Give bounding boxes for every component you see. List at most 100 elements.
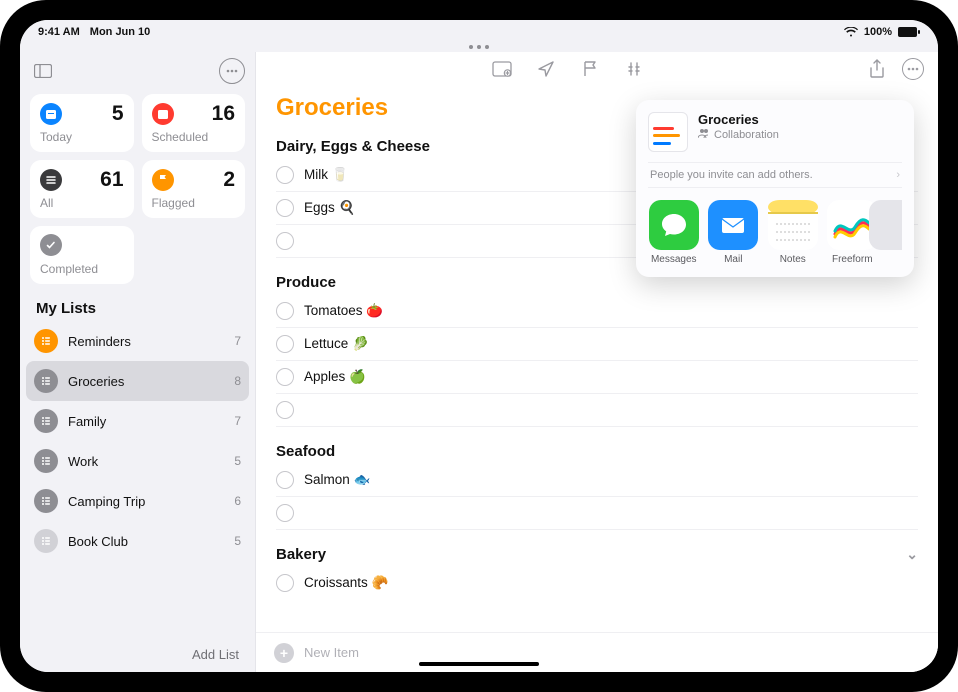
- sidebar-list-book-club[interactable]: Book Club5: [20, 521, 255, 561]
- reminder-text: Apples 🍏: [304, 369, 366, 385]
- messages-app-icon: [649, 200, 699, 250]
- reminder-row[interactable]: Salmon 🐟: [276, 464, 918, 497]
- reminder-row[interactable]: Lettuce 🥬: [276, 328, 918, 361]
- list-bullet-icon: [34, 489, 58, 513]
- wifi-icon: [844, 27, 858, 37]
- sidebar-list-work[interactable]: Work5: [20, 441, 255, 481]
- sidebar-list-count: 7: [234, 334, 241, 348]
- section-header[interactable]: Bakery⌄: [276, 546, 918, 563]
- reminder-row[interactable]: Apples 🍏: [276, 361, 918, 394]
- checkbox-icon[interactable]: [276, 199, 294, 217]
- reminder-text: Salmon 🐟: [304, 472, 370, 488]
- share-app-messages[interactable]: Messages: [648, 200, 700, 265]
- status-bar: 9:41 AM Mon Jun 10 100%: [20, 20, 938, 42]
- sidebar-list-count: 5: [234, 534, 241, 548]
- main-panel: Groceries Dairy, Eggs & Cheese Milk 🥛 Eggs…: [256, 52, 938, 672]
- share-app-label: Messages: [651, 254, 697, 265]
- reminder-row-empty[interactable]: [276, 497, 918, 530]
- list-bullet-icon: [34, 369, 58, 393]
- people-icon: [698, 128, 710, 141]
- checkbox-icon[interactable]: [276, 335, 294, 353]
- share-app-label: Mail: [724, 254, 742, 265]
- new-item-button[interactable]: + New Item: [256, 632, 938, 672]
- checkbox-icon[interactable]: [276, 471, 294, 489]
- sidebar: 5 Today 16 Scheduled 6: [20, 52, 256, 672]
- card-flagged-count: 2: [223, 168, 235, 192]
- card-completed-label: Completed: [40, 262, 124, 276]
- sidebar-list-family[interactable]: Family 7: [20, 401, 255, 441]
- card-completed[interactable]: Completed: [30, 226, 134, 284]
- checkbox-icon[interactable]: [276, 504, 294, 522]
- reminder-text: Lettuce 🥬: [304, 336, 369, 352]
- checkbox-icon[interactable]: [276, 574, 294, 592]
- card-scheduled-count: 16: [212, 102, 235, 126]
- list-bullet-icon: [34, 409, 58, 433]
- reminder-text: Croissants 🥐: [304, 575, 388, 591]
- battery-icon: [898, 27, 920, 37]
- sidebar-list-label: Groceries: [68, 374, 224, 389]
- checkbox-icon[interactable]: [276, 368, 294, 386]
- location-icon[interactable]: [535, 58, 557, 80]
- template-icon[interactable]: [491, 58, 513, 80]
- reminder-text: Tomatoes 🍅: [304, 303, 383, 319]
- multitask-dots[interactable]: [20, 42, 938, 52]
- toggle-sidebar-icon[interactable]: [30, 58, 56, 84]
- tag-icon[interactable]: [623, 58, 645, 80]
- plus-icon: +: [274, 643, 294, 663]
- add-list-button[interactable]: Add List: [20, 637, 255, 672]
- checkbox-icon[interactable]: [276, 401, 294, 419]
- section-header[interactable]: Seafood: [276, 443, 918, 460]
- new-item-label: New Item: [304, 645, 359, 660]
- share-title: Groceries: [698, 112, 902, 127]
- notes-app-icon: [768, 200, 818, 250]
- card-all-label: All: [40, 196, 124, 210]
- share-sheet: Groceries Collaboration People you invit…: [636, 100, 914, 277]
- flag-icon[interactable]: [579, 58, 601, 80]
- share-app-notes[interactable]: Notes: [767, 200, 819, 265]
- sidebar-list-count: 7: [234, 414, 241, 428]
- share-app-mail[interactable]: Mail: [708, 200, 760, 265]
- sidebar-list-label: Family: [68, 414, 224, 429]
- share-app-overflow[interactable]: [886, 200, 902, 265]
- checkbox-icon[interactable]: [276, 166, 294, 184]
- chevron-right-icon: ›: [896, 169, 900, 181]
- checkbox-icon[interactable]: [276, 302, 294, 320]
- card-scheduled[interactable]: 16 Scheduled: [142, 94, 246, 152]
- main-more-icon[interactable]: [902, 58, 924, 80]
- reminder-row-empty[interactable]: [276, 394, 918, 427]
- section-title: Bakery: [276, 546, 326, 563]
- list-bullet-icon: [34, 449, 58, 473]
- list-bullet-icon: [34, 329, 58, 353]
- home-indicator[interactable]: [419, 662, 539, 666]
- app-icon-partial: [869, 200, 902, 250]
- section-title: Seafood: [276, 443, 335, 460]
- reminder-row[interactable]: Croissants 🥐: [276, 567, 918, 599]
- sidebar-list-reminders[interactable]: Reminders 7: [20, 321, 255, 361]
- mail-app-icon: [708, 200, 758, 250]
- reminder-row[interactable]: Tomatoes 🍅: [276, 295, 918, 328]
- card-all[interactable]: 61 All: [30, 160, 134, 218]
- sidebar-list-groceries[interactable]: Groceries 8: [26, 361, 249, 401]
- share-permissions-row[interactable]: People you invite can add others. ›: [648, 162, 902, 188]
- card-today[interactable]: 5 Today: [30, 94, 134, 152]
- sidebar-list-label: Work: [68, 454, 224, 469]
- sidebar-list-count: 8: [234, 374, 241, 388]
- share-icon[interactable]: [866, 58, 888, 80]
- share-thumbnail-icon: [648, 112, 688, 152]
- status-time: 9:41 AM: [38, 26, 80, 38]
- section-title: Dairy, Eggs & Cheese: [276, 138, 430, 155]
- sidebar-list-count: 6: [234, 494, 241, 508]
- sidebar-list-camping-trip[interactable]: Camping Trip6: [20, 481, 255, 521]
- more-icon[interactable]: [219, 58, 245, 84]
- card-flagged[interactable]: 2 Flagged: [142, 160, 246, 218]
- reminder-text: Milk 🥛: [304, 167, 349, 183]
- sidebar-heading: My Lists: [20, 290, 255, 321]
- share-permissions-label: People you invite can add others.: [650, 169, 813, 181]
- sidebar-list-label: Reminders: [68, 334, 224, 349]
- section-title: Produce: [276, 274, 336, 291]
- card-flagged-label: Flagged: [152, 196, 236, 210]
- share-app-label: Freeform: [832, 254, 873, 265]
- card-all-count: 61: [100, 168, 123, 192]
- reminder-text: Eggs 🍳: [304, 200, 355, 216]
- checkbox-icon[interactable]: [276, 232, 294, 250]
